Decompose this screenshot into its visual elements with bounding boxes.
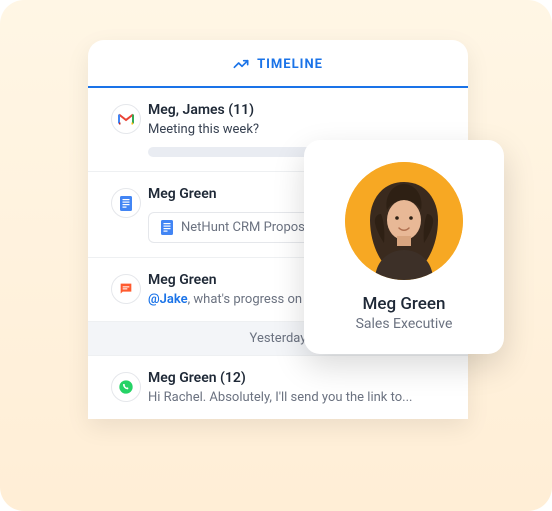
sender: Meg Green (12)	[148, 370, 452, 386]
attachment-name: NetHunt CRM Proposal	[181, 220, 315, 235]
doc-icon	[111, 188, 141, 218]
attachment-chip[interactable]: NetHunt CRM Proposal	[148, 212, 328, 243]
subject: Meeting this week?	[148, 122, 452, 137]
doc-icon	[161, 220, 173, 235]
tab-timeline[interactable]: TIMELINE	[88, 40, 468, 88]
timeline-item[interactable]: Meg Green (12) Hi Rachel. Absolutely, I'…	[88, 356, 468, 419]
preview: Hi Rachel. Absolutely, I'll send you the…	[148, 390, 452, 405]
avatar	[345, 162, 463, 280]
whatsapp-icon	[111, 372, 141, 402]
gmail-icon	[111, 104, 141, 134]
contact-name: Meg Green	[320, 294, 488, 314]
timeline-icon	[233, 56, 249, 72]
mention[interactable]: @Jake	[148, 292, 188, 307]
contact-card[interactable]: Meg Green Sales Executive	[304, 140, 504, 354]
sender: Meg, James (11)	[148, 102, 452, 118]
contact-role: Sales Executive	[320, 316, 488, 332]
chat-icon	[111, 274, 141, 304]
tab-label: TIMELINE	[257, 57, 323, 72]
page-background: TIMELINE Meg, James (11) Meeting this we…	[0, 0, 552, 511]
